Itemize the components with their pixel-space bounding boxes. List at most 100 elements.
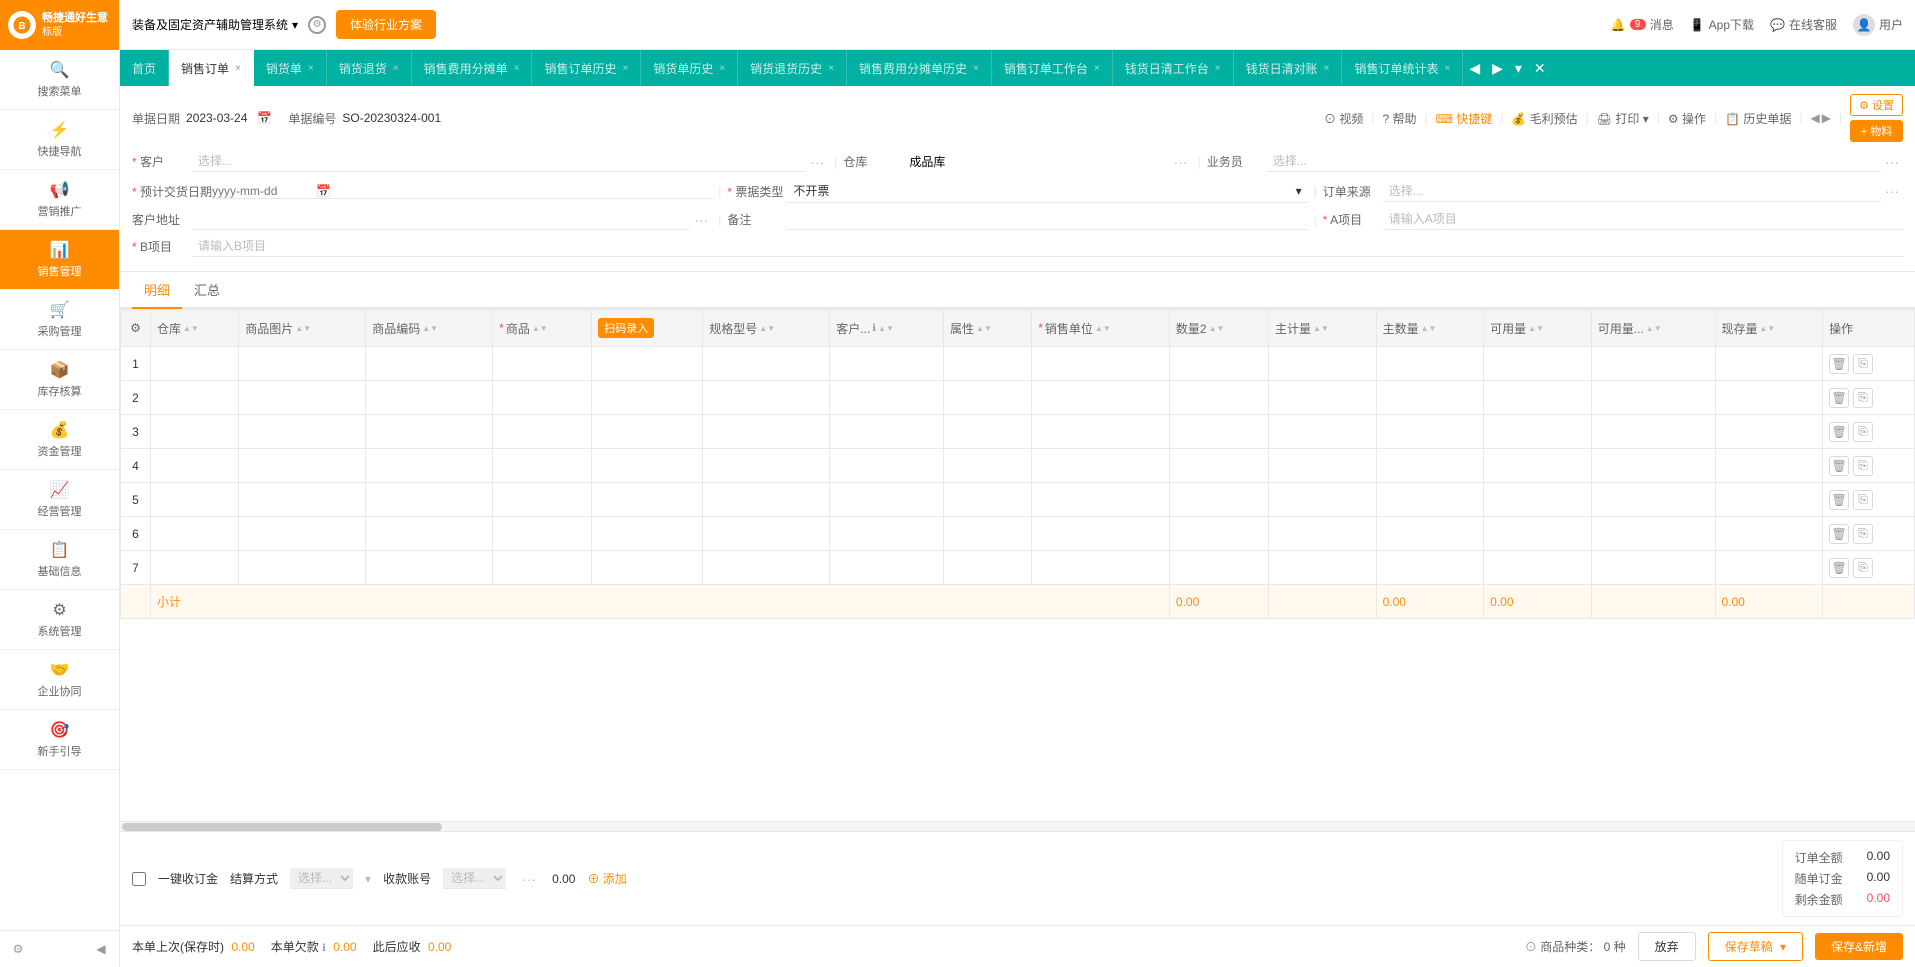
row-7-product-code[interactable]	[366, 551, 493, 585]
row-7-main-qty[interactable]	[1376, 551, 1484, 585]
row-3-available[interactable]	[1484, 415, 1592, 449]
row-2-sales-unit[interactable]	[1032, 381, 1170, 415]
address-more-btn[interactable]: ···	[690, 212, 712, 228]
row-6-product[interactable]	[493, 517, 592, 551]
row-3-product[interactable]	[493, 415, 592, 449]
row-2-attribute[interactable]	[943, 381, 1031, 415]
row-4-available[interactable]	[1484, 449, 1592, 483]
tab-close-daily-reconcile[interactable]: ×	[1324, 63, 1330, 74]
row-3-spec[interactable]	[703, 415, 830, 449]
row-2-warehouse[interactable]	[151, 381, 239, 415]
customer-more-btn[interactable]: ···	[806, 154, 828, 170]
customer-input[interactable]	[192, 151, 806, 172]
row-2-product-image[interactable]	[239, 381, 366, 415]
row-7-current-stock[interactable]	[1715, 551, 1823, 585]
collapse-sidebar-btn[interactable]: ◀	[91, 939, 111, 959]
col-gear[interactable]: ⚙	[121, 310, 151, 347]
row-4-sales-unit[interactable]	[1032, 449, 1170, 483]
one-click-collect-checkbox[interactable]	[132, 872, 146, 886]
notifications-item[interactable]: 🔔 9 消息	[1611, 16, 1674, 33]
tab-expense-history[interactable]: 销售费用分摊单历史 ×	[847, 50, 992, 86]
row-1-available2[interactable]	[1591, 347, 1715, 381]
product-image-sort-icon[interactable]: ▲▼	[295, 324, 311, 333]
available-sort-icon[interactable]: ▲▼	[1528, 324, 1544, 333]
tab-return-history[interactable]: 销货退货历史 ×	[738, 50, 847, 86]
operations-btn[interactable]: ⚙ 操作	[1668, 110, 1706, 127]
row-2-customer-code[interactable]	[830, 381, 944, 415]
history-btn[interactable]: 📋 历史单据	[1725, 110, 1791, 127]
row-2-product-code[interactable]	[366, 381, 493, 415]
row-3-product-image[interactable]	[239, 415, 366, 449]
tab-home[interactable]: 首页	[120, 50, 169, 86]
tab-close-sales-workbench[interactable]: ×	[1094, 63, 1100, 74]
tab-close-sales-expense[interactable]: ×	[514, 63, 520, 74]
row-6-spec[interactable]	[703, 517, 830, 551]
attribute-sort-icon[interactable]: ▲▼	[976, 324, 992, 333]
row-7-sales-unit[interactable]	[1032, 551, 1170, 585]
row-6-available[interactable]	[1484, 517, 1592, 551]
row-6-copy-btn[interactable]: ⎘	[1853, 524, 1873, 544]
row-3-sales-unit[interactable]	[1032, 415, 1170, 449]
account-more-btn[interactable]: ···	[518, 871, 540, 887]
tab-summary[interactable]: 汇总	[182, 272, 232, 307]
add-payment-btn[interactable]: ⊕ 添加	[587, 870, 626, 887]
tab-sales-expense[interactable]: 销售费用分摊单 ×	[412, 50, 533, 86]
row-1-main-unit[interactable]	[1268, 347, 1376, 381]
help-btn[interactable]: ? 帮助	[1382, 110, 1416, 127]
sidebar-item-search[interactable]: 🔍 搜索菜单	[0, 50, 119, 110]
print-btn[interactable]: 🖨 打印 ▾	[1597, 110, 1649, 127]
delivery-date-input[interactable]	[212, 184, 312, 198]
main-qty-sort-icon[interactable]: ▲▼	[1421, 324, 1437, 333]
row-4-main-qty[interactable]	[1376, 449, 1484, 483]
row-2-spec[interactable]	[703, 381, 830, 415]
row-5-sales-unit[interactable]	[1032, 483, 1170, 517]
row-2-main-qty[interactable]	[1376, 381, 1484, 415]
customer-code-sort-icon[interactable]: ▲▼	[878, 324, 894, 333]
row-6-available2[interactable]	[1591, 517, 1715, 551]
column-settings-icon[interactable]: ⚙	[130, 321, 141, 335]
user-item[interactable]: 👤 用户	[1853, 14, 1903, 36]
row-1-attribute[interactable]	[943, 347, 1031, 381]
row-4-customer-code[interactable]	[830, 449, 944, 483]
sidebar-item-basic-info[interactable]: 📋 基础信息	[0, 530, 119, 590]
a-project-input[interactable]	[1383, 209, 1903, 230]
row-7-attribute[interactable]	[943, 551, 1031, 585]
row-1-sales-unit[interactable]	[1032, 347, 1170, 381]
calendar-icon[interactable]: 📅	[257, 111, 272, 125]
tab-close-return-history[interactable]: ×	[828, 63, 834, 74]
row-4-main-unit[interactable]	[1268, 449, 1376, 483]
row-2-copy-btn[interactable]: ⎘	[1853, 388, 1873, 408]
shortcut-btn[interactable]: ⌨ 快捷键	[1436, 110, 1493, 127]
row-4-copy-btn[interactable]: ⎘	[1853, 456, 1873, 476]
warehouse-sort-icon[interactable]: ▲▼	[183, 324, 199, 333]
account-select[interactable]: 选择...	[443, 868, 506, 889]
settings-btn[interactable]: ⚙ 设置	[1850, 94, 1903, 116]
row-5-attribute[interactable]	[943, 483, 1031, 517]
row-5-available[interactable]	[1484, 483, 1592, 517]
row-5-product[interactable]	[493, 483, 592, 517]
tab-sales-stats[interactable]: 销售订单统计表 ×	[1342, 50, 1463, 86]
row-6-attribute[interactable]	[943, 517, 1031, 551]
sales-unit-sort-icon[interactable]: ▲▼	[1095, 324, 1111, 333]
scan-input-btn[interactable]: 扫码录入	[598, 318, 654, 338]
invoice-type-select[interactable]: 不开票 ▾	[787, 179, 1307, 203]
product-code-sort-icon[interactable]: ▲▼	[422, 324, 438, 333]
row-6-current-stock[interactable]	[1715, 517, 1823, 551]
h-scroll-thumb[interactable]	[122, 823, 442, 831]
row-5-qty2[interactable]	[1169, 483, 1268, 517]
tab-close-sales-order[interactable]: ×	[235, 63, 241, 74]
row-3-delete-btn[interactable]: 🗑	[1829, 422, 1849, 442]
row-6-sales-unit[interactable]	[1032, 517, 1170, 551]
solution-button[interactable]: 体验行业方案	[336, 10, 436, 39]
sidebar-item-purchase[interactable]: 🛒 采购管理	[0, 290, 119, 350]
tab-close-sales-stats[interactable]: ×	[1444, 63, 1450, 74]
order-source-input[interactable]	[1383, 181, 1881, 202]
row-3-main-unit[interactable]	[1268, 415, 1376, 449]
row-4-product[interactable]	[493, 449, 592, 483]
tab-close-daily-workbench[interactable]: ×	[1215, 63, 1221, 74]
row-3-current-stock[interactable]	[1715, 415, 1823, 449]
row-6-product-image[interactable]	[239, 517, 366, 551]
sidebar-item-inventory[interactable]: 📦 库存核算	[0, 350, 119, 410]
sidebar-item-system[interactable]: ⚙ 系统管理	[0, 590, 119, 650]
nav-prev-btn[interactable]: ◀	[1810, 111, 1819, 125]
